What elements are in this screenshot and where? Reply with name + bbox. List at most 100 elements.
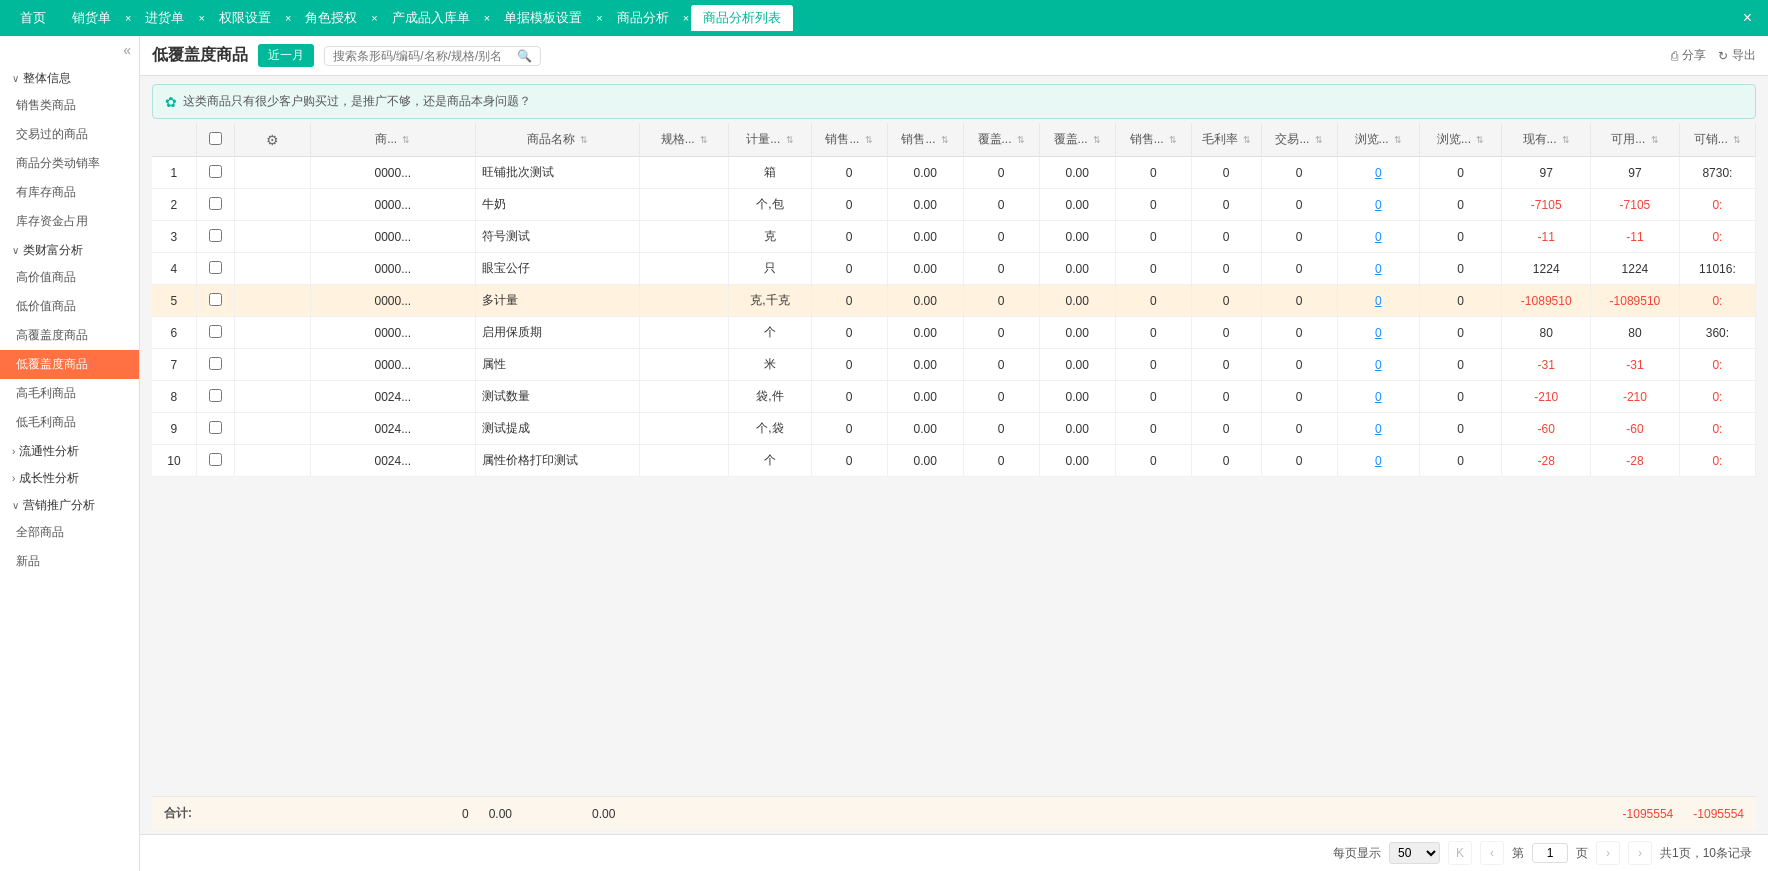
th-avail-sort[interactable]: ⇅ — [1651, 135, 1659, 145]
th-cover1-sort[interactable]: ⇅ — [1017, 135, 1025, 145]
search-input[interactable] — [333, 49, 513, 63]
export-btn[interactable]: ↻ 导出 — [1718, 47, 1756, 64]
cell-name: 属性价格打印测试 — [475, 445, 640, 477]
th-browse1-sort[interactable]: ⇅ — [1394, 135, 1402, 145]
nav-sales-close[interactable]: × — [125, 12, 131, 24]
select-all-checkbox[interactable] — [209, 132, 222, 145]
row-checkbox[interactable] — [209, 165, 222, 178]
row-checkbox[interactable] — [209, 421, 222, 434]
nav-product-in[interactable]: 产成品入库单 — [380, 5, 482, 31]
nav-analysis-list[interactable]: 商品分析列表 — [691, 5, 793, 31]
sidebar-section-marketing[interactable]: ∨ 营销推广分析 — [0, 491, 139, 518]
sidebar-item-high-value[interactable]: 高价值商品 — [0, 263, 139, 292]
th-spec-sort[interactable]: ⇅ — [700, 135, 708, 145]
row-checkbox[interactable] — [209, 325, 222, 338]
browse-link[interactable]: 0 — [1375, 230, 1382, 244]
cell-sale1: 0 — [811, 317, 887, 349]
th-cover2-sort[interactable]: ⇅ — [1093, 135, 1101, 145]
sidebar-item-new-goods[interactable]: 新品 — [0, 547, 139, 576]
share-btn[interactable]: ⎙ 分享 — [1671, 47, 1706, 64]
th-sale1-sort[interactable]: ⇅ — [865, 135, 873, 145]
row-checkbox[interactable] — [209, 453, 222, 466]
browse-link[interactable]: 0 — [1375, 390, 1382, 404]
sidebar-item-category-rate[interactable]: 商品分类动销率 — [0, 149, 139, 178]
sidebar-section-growth[interactable]: › 成长性分析 — [0, 464, 139, 491]
browse-link[interactable]: 0 — [1375, 166, 1382, 180]
per-page-label: 每页显示 — [1333, 845, 1381, 862]
th-unit-sort[interactable]: ⇅ — [786, 135, 794, 145]
cell-spec — [640, 445, 729, 477]
window-close-btn[interactable]: × — [1735, 9, 1760, 27]
search-icon[interactable]: 🔍 — [517, 49, 532, 63]
nav-home[interactable]: 首页 — [8, 5, 58, 31]
row-checkbox[interactable] — [209, 229, 222, 242]
sidebar-collapse-btn[interactable]: « — [0, 36, 139, 64]
row-checkbox[interactable] — [209, 261, 222, 274]
nav-role[interactable]: 角色授权 — [293, 5, 369, 31]
sidebar-item-sales-goods[interactable]: 销售类商品 — [0, 91, 139, 120]
prev-page-btn[interactable]: ‹ — [1480, 841, 1504, 865]
th-sellable-sort[interactable]: ⇅ — [1733, 135, 1741, 145]
browse-link[interactable]: 0 — [1375, 358, 1382, 372]
page-input[interactable] — [1532, 843, 1568, 863]
row-checkbox[interactable] — [209, 389, 222, 402]
nav-analysis-list-close[interactable]: × — [795, 12, 801, 24]
row-checkbox[interactable] — [209, 197, 222, 210]
browse-link[interactable]: 0 — [1375, 262, 1382, 276]
th-name-sort[interactable]: ⇅ — [580, 135, 588, 145]
cell-sale3: 0 — [1115, 413, 1191, 445]
sidebar-item-low-profit[interactable]: 低毛利商品 — [0, 408, 139, 437]
nav-role-close[interactable]: × — [371, 12, 377, 24]
cell-cover1: 0 — [963, 221, 1039, 253]
row-checkbox[interactable] — [209, 357, 222, 370]
nav-product-in-close[interactable]: × — [484, 12, 490, 24]
nav-permission[interactable]: 权限设置 — [207, 5, 283, 31]
th-code-sort[interactable]: ⇅ — [402, 135, 410, 145]
table-container[interactable]: ⚙ 商... ⇅ 商品名称 ⇅ 规格... ⇅ — [152, 123, 1756, 796]
browse-link[interactable]: 0 — [1375, 198, 1382, 212]
th-gross-sort[interactable]: ⇅ — [1243, 135, 1251, 145]
per-page-select[interactable]: 50 20 100 — [1389, 842, 1440, 864]
table-settings-icon[interactable]: ⚙ — [266, 132, 279, 148]
th-sale3-sort[interactable]: ⇅ — [1169, 135, 1177, 145]
nav-analysis[interactable]: 商品分析 — [605, 5, 681, 31]
table-row: 10 0024... 属性价格打印测试 个 0 0.00 0 0.00 0 0 … — [152, 445, 1756, 477]
sidebar-item-high-profit[interactable]: 高毛利商品 — [0, 379, 139, 408]
sidebar-item-all-goods[interactable]: 全部商品 — [0, 518, 139, 547]
th-sale2-sort[interactable]: ⇅ — [941, 135, 949, 145]
sidebar-item-high-coverage[interactable]: 高覆盖度商品 — [0, 321, 139, 350]
th-cur-sort[interactable]: ⇅ — [1562, 135, 1570, 145]
sidebar-section-overall[interactable]: ∨ 整体信息 — [0, 64, 139, 91]
sidebar-item-stock-goods[interactable]: 有库存商品 — [0, 178, 139, 207]
th-trade-sort[interactable]: ⇅ — [1315, 135, 1323, 145]
nav-purchase-close[interactable]: × — [198, 12, 204, 24]
browse-link[interactable]: 0 — [1375, 454, 1382, 468]
sidebar-item-low-coverage[interactable]: 低覆盖度商品 — [0, 350, 139, 379]
sidebar-section-wealth[interactable]: ∨ 类财富分析 — [0, 236, 139, 263]
first-page-btn[interactable]: K — [1448, 841, 1472, 865]
cell-num: 9 — [152, 413, 196, 445]
nav-sales[interactable]: 销货单 — [60, 5, 123, 31]
cell-code: 0024... — [310, 381, 475, 413]
sidebar-item-low-value[interactable]: 低价值商品 — [0, 292, 139, 321]
cell-cur: -28 — [1502, 445, 1591, 477]
nav-purchase[interactable]: 进货单 — [133, 5, 196, 31]
sidebar-section-circulation[interactable]: › 流通性分析 — [0, 437, 139, 464]
last-page-btn[interactable]: › — [1628, 841, 1652, 865]
nav-analysis-close[interactable]: × — [683, 12, 689, 24]
browse-link[interactable]: 0 — [1375, 294, 1382, 308]
nav-template[interactable]: 单据模板设置 — [492, 5, 594, 31]
nav-template-close[interactable]: × — [596, 12, 602, 24]
period-btn[interactable]: 近一月 — [258, 44, 314, 67]
nav-permission-close[interactable]: × — [285, 12, 291, 24]
browse-link[interactable]: 0 — [1375, 326, 1382, 340]
cell-settings — [234, 189, 310, 221]
cell-sellable: 0: — [1679, 221, 1755, 253]
th-browse2-sort[interactable]: ⇅ — [1476, 135, 1484, 145]
next-page-btn[interactable]: › — [1596, 841, 1620, 865]
sidebar-item-capital-occupy[interactable]: 库存资金占用 — [0, 207, 139, 236]
browse-link[interactable]: 0 — [1375, 422, 1382, 436]
row-checkbox[interactable] — [209, 293, 222, 306]
sidebar-item-traded-goods[interactable]: 交易过的商品 — [0, 120, 139, 149]
total-label: 合计: — [164, 805, 192, 822]
